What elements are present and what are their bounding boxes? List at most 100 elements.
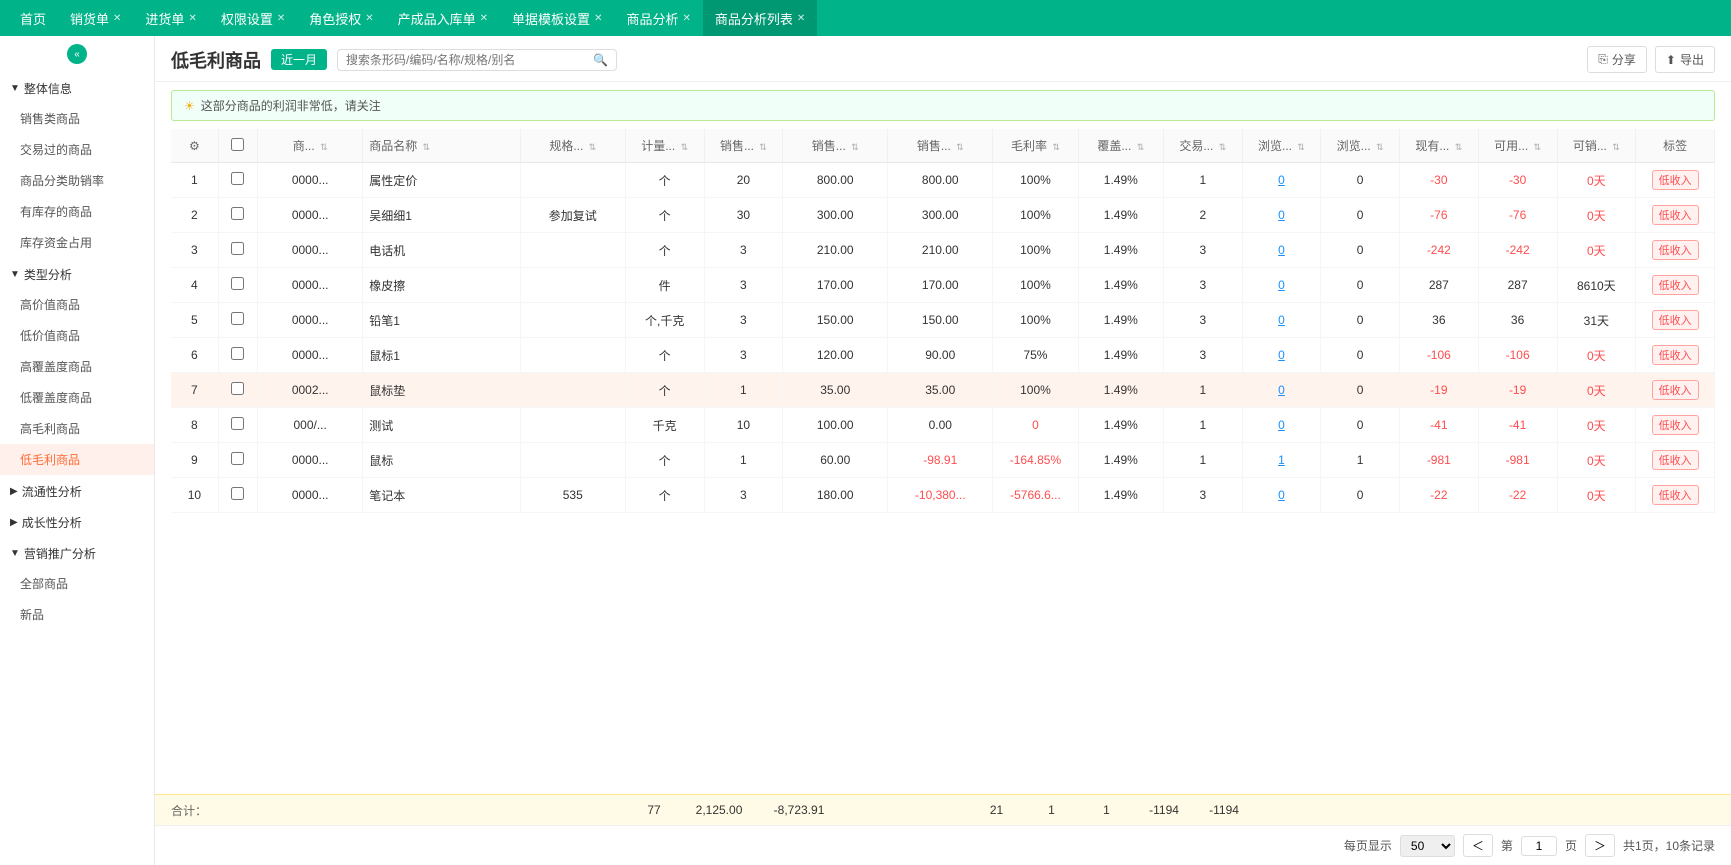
sidebar-item-new-goods[interactable]: 新品	[0, 599, 154, 630]
sidebar-item-in-stock[interactable]: 有库存的商品	[0, 196, 154, 227]
th-sales-qty[interactable]: 销售... ⇅	[704, 129, 783, 163]
th-available[interactable]: 可用... ⇅	[1478, 129, 1557, 163]
sidebar-group-marketing[interactable]: ▼ 营销推广分析	[0, 537, 154, 568]
th-sales-amount[interactable]: 销售... ⇅	[783, 129, 888, 163]
nav-close-permissions[interactable]: ✕	[277, 13, 285, 24]
share-button[interactable]: ⎘ 分享	[1587, 46, 1647, 73]
row-checkbox[interactable]	[231, 312, 244, 325]
cell-checkbox[interactable]	[218, 408, 257, 443]
sidebar-item-high-profit[interactable]: 高毛利商品	[0, 413, 154, 444]
nav-product-storage[interactable]: 产成品入库单 ✕	[386, 0, 500, 36]
nav-home[interactable]: 首页	[8, 0, 58, 36]
cell-browse1[interactable]: 0	[1242, 408, 1321, 443]
sidebar-group-growth[interactable]: ▶ 成长性分析	[0, 506, 154, 537]
th-tag[interactable]: 标签	[1636, 129, 1715, 163]
nav-close-role-auth[interactable]: ✕	[365, 13, 373, 24]
th-trade[interactable]: 交易... ⇅	[1163, 129, 1242, 163]
sidebar-item-low-value[interactable]: 低价值商品	[0, 320, 154, 351]
cell-browse1[interactable]: 0	[1242, 268, 1321, 303]
row-checkbox[interactable]	[231, 417, 244, 430]
sidebar-item-traded-goods[interactable]: 交易过的商品	[0, 134, 154, 165]
sidebar-collapse-btn[interactable]: «	[67, 44, 87, 64]
next-page-btn[interactable]: ＞	[1585, 834, 1615, 857]
page-size-select[interactable]: 50 20 100	[1400, 835, 1455, 857]
sidebar-item-low-profit[interactable]: 低毛利商品	[0, 444, 154, 475]
cell-browse1[interactable]: 0	[1242, 233, 1321, 268]
th-sales-profit[interactable]: 销售... ⇅	[888, 129, 993, 163]
cell-checkbox[interactable]	[218, 443, 257, 478]
row-checkbox[interactable]	[231, 207, 244, 220]
th-saleable[interactable]: 可销... ⇅	[1557, 129, 1636, 163]
sidebar-item-high-coverage[interactable]: 高覆盖度商品	[0, 351, 154, 382]
cell-browse1[interactable]: 1	[1242, 443, 1321, 478]
nav-analysis-list[interactable]: 商品分析列表 ✕	[703, 0, 817, 36]
row-checkbox[interactable]	[231, 242, 244, 255]
cell-checkbox[interactable]	[218, 338, 257, 373]
nav-close-sales[interactable]: ✕	[113, 13, 121, 24]
search-icon[interactable]: 🔍	[593, 53, 608, 67]
sidebar-group-overall[interactable]: ▼ 整体信息	[0, 72, 154, 103]
row-checkbox[interactable]	[231, 172, 244, 185]
nav-close-product-analysis[interactable]: ✕	[682, 13, 690, 24]
th-checkbox[interactable]	[218, 129, 257, 163]
th-code[interactable]: 商... ⇅	[258, 129, 363, 163]
th-coverage[interactable]: 覆盖... ⇅	[1078, 129, 1163, 163]
cell-checkbox[interactable]	[218, 303, 257, 338]
sidebar-item-category-rate[interactable]: 商品分类助销率	[0, 165, 154, 196]
sidebar-item-high-value[interactable]: 高价值商品	[0, 289, 154, 320]
sidebar-item-all-goods[interactable]: 全部商品	[0, 568, 154, 599]
nav-purchase[interactable]: 进货单 ✕	[133, 0, 208, 36]
cell-num: 10	[171, 478, 218, 513]
cell-checkbox[interactable]	[218, 233, 257, 268]
th-spec[interactable]: 规格... ⇅	[520, 129, 625, 163]
nav-permissions[interactable]: 权限设置 ✕	[209, 0, 297, 36]
nav-role-auth[interactable]: 角色授权 ✕	[297, 0, 385, 36]
sidebar-item-low-coverage[interactable]: 低覆盖度商品	[0, 382, 154, 413]
row-checkbox[interactable]	[231, 347, 244, 360]
cell-browse1[interactable]: 0	[1242, 198, 1321, 233]
nav-template-settings[interactable]: 单据模板设置 ✕	[500, 0, 614, 36]
select-all-checkbox[interactable]	[231, 138, 244, 151]
th-unit[interactable]: 计量... ⇅	[625, 129, 704, 163]
sidebar-group-type-analysis[interactable]: ▼ 类型分析	[0, 258, 154, 289]
th-current-stock[interactable]: 现有... ⇅	[1399, 129, 1478, 163]
sidebar-item-stock-capital[interactable]: 库存资金占用	[0, 227, 154, 258]
export-button[interactable]: ⬆ 导出	[1655, 46, 1715, 73]
nav-close-purchase[interactable]: ✕	[188, 13, 196, 24]
cell-browse1[interactable]: 0	[1242, 303, 1321, 338]
filter-tag-recent-month[interactable]: 近一月	[271, 49, 327, 70]
th-gross-rate[interactable]: 毛利率 ⇅	[993, 129, 1078, 163]
cell-coverage: 1.49%	[1078, 408, 1163, 443]
nav-close-analysis-list[interactable]: ✕	[797, 13, 805, 24]
prev-page-btn[interactable]: ＜	[1463, 834, 1493, 857]
cell-checkbox[interactable]	[218, 198, 257, 233]
th-browse2[interactable]: 浏览... ⇅	[1321, 129, 1400, 163]
nav-close-template-settings[interactable]: ✕	[594, 13, 602, 24]
th-browse1[interactable]: 浏览... ⇅	[1242, 129, 1321, 163]
search-box[interactable]: 🔍	[337, 49, 617, 71]
cell-checkbox[interactable]	[218, 163, 257, 198]
cell-checkbox[interactable]	[218, 478, 257, 513]
cell-browse1[interactable]: 0	[1242, 338, 1321, 373]
sidebar-item-sales-goods[interactable]: 销售类商品	[0, 103, 154, 134]
search-input[interactable]	[346, 53, 589, 67]
row-checkbox[interactable]	[231, 452, 244, 465]
th-name[interactable]: 商品名称 ⇅	[363, 129, 521, 163]
cell-browse1[interactable]: 0	[1242, 163, 1321, 198]
sidebar-group-liquidity[interactable]: ▶ 流通性分析	[0, 475, 154, 506]
nav-close-product-storage[interactable]: ✕	[480, 13, 488, 24]
nav-sales[interactable]: 销货单 ✕	[58, 0, 133, 36]
page-number-input[interactable]	[1521, 836, 1557, 856]
row-checkbox[interactable]	[231, 382, 244, 395]
cell-browse1[interactable]: 0	[1242, 478, 1321, 513]
th-settings[interactable]: ⚙	[171, 129, 218, 163]
cell-browse1[interactable]: 0	[1242, 373, 1321, 408]
row-checkbox[interactable]	[231, 487, 244, 500]
table-container[interactable]: ⚙ 商... ⇅ 商品名称 ⇅	[155, 129, 1731, 794]
row-checkbox[interactable]	[231, 277, 244, 290]
cell-checkbox[interactable]	[218, 373, 257, 408]
cell-available: -106	[1478, 338, 1557, 373]
nav-product-analysis[interactable]: 商品分析 ✕	[614, 0, 702, 36]
cell-checkbox[interactable]	[218, 268, 257, 303]
page-header: 低毛利商品 近一月 🔍 ⎘ 分享 ⬆ 导出	[155, 36, 1731, 82]
